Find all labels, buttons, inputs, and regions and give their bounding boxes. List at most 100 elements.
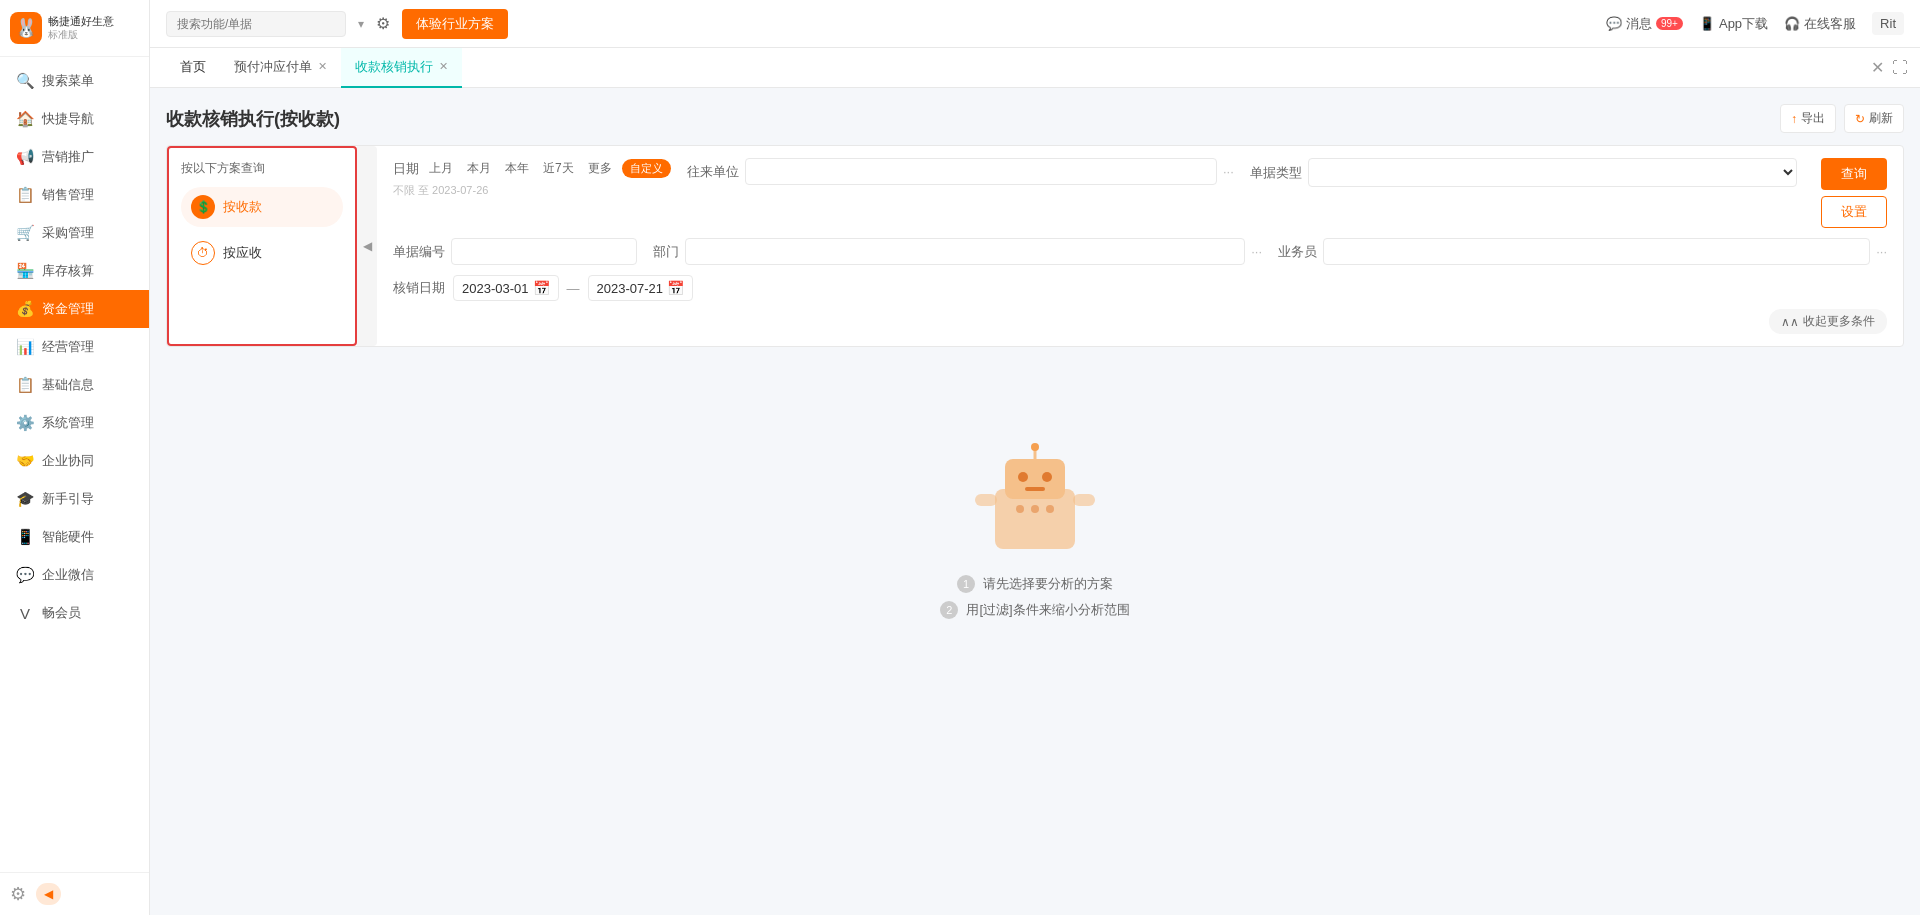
collapse-more-btn[interactable]: ∧∧ 收起更多条件 (1769, 309, 1887, 334)
nav-icon-hardware: 📱 (16, 528, 34, 546)
settings-icon[interactable]: ⚙ (10, 883, 26, 905)
dept-input[interactable] (685, 238, 1245, 265)
writeoff-date-label: 核销日期 (393, 279, 445, 297)
tab-close-receipt-writeoff[interactable]: ✕ (439, 60, 448, 73)
svg-rect-6 (1073, 494, 1095, 506)
tab-home[interactable]: 首页 (166, 48, 220, 88)
calendar-start-icon[interactable]: 📅 (533, 280, 550, 296)
date-link-this-month[interactable]: 本月 (463, 158, 495, 179)
tab-receipt-writeoff[interactable]: 收款核销执行 ✕ (341, 48, 462, 88)
tab-close-prepay[interactable]: ✕ (318, 60, 327, 73)
date-link-7days[interactable]: 近7天 (539, 158, 578, 179)
sidebar-item-basic-info[interactable]: 📋 基础信息 (0, 366, 149, 404)
export-btn[interactable]: ↑ 导出 (1780, 104, 1836, 133)
sidebar-item-finance[interactable]: 💰资金管理 (0, 290, 149, 328)
expand-icon[interactable]: ⛶ (1892, 59, 1908, 77)
nav-icon-marketing: 📢 (16, 148, 34, 166)
app-download-btn[interactable]: 📱 App下载 (1699, 15, 1768, 33)
svg-point-10 (1031, 505, 1039, 513)
tabs-actions: ✕ ⛶ (1871, 58, 1920, 77)
date-link-this-year[interactable]: 本年 (501, 158, 533, 179)
nav-label-wechat: 企业微信 (42, 566, 94, 584)
filter-by-receivable-label: 按应收 (223, 244, 262, 262)
sidebar-item-sales[interactable]: 📋销售管理 (0, 176, 149, 214)
sidebar-item-marketing[interactable]: 📢营销推广 (0, 138, 149, 176)
nav-icon-quick-nav: 🏠 (16, 110, 34, 128)
collapse-up-icon: ∧∧ (1781, 315, 1799, 329)
sidebar-item-inventory[interactable]: 🏪库存核算 (0, 252, 149, 290)
query-btn[interactable]: 查询 (1821, 158, 1887, 190)
doc-no-input[interactable] (451, 238, 637, 265)
message-icon: 💬 (1606, 16, 1622, 31)
filter-by-receipt[interactable]: 💲 按收款 (181, 187, 343, 227)
gear-icon[interactable]: ⚙ (376, 14, 390, 33)
filter-row-1: 日期 上月 本月 本年 近7天 更多 自定义 不限 至 2023-07-26 (393, 158, 1887, 228)
settings-btn[interactable]: 设置 (1821, 196, 1887, 228)
empty-step-2: 2 用[过滤]条件来缩小分析范围 (940, 601, 1129, 619)
counterpart-dots[interactable]: ··· (1223, 164, 1234, 179)
logo-icon: 🐰 (10, 12, 42, 44)
tab-prepay[interactable]: 预付冲应付单 ✕ (220, 48, 341, 88)
sidebar-item-guide[interactable]: 🎓新手引导 (0, 480, 149, 518)
calendar-end-icon[interactable]: 📅 (667, 280, 684, 296)
sidebar-item-purchase[interactable]: 🛒采购管理 (0, 214, 149, 252)
date-quick-links: 上月 本月 本年 近7天 更多 自定义 (425, 158, 671, 179)
search-input[interactable] (166, 11, 346, 37)
staff-input[interactable] (1323, 238, 1870, 265)
filter-form: 日期 上月 本月 本年 近7天 更多 自定义 不限 至 2023-07-26 (377, 146, 1903, 346)
staff-label: 业务员 (1278, 243, 1317, 261)
nav-label-business: 经营管理 (42, 338, 94, 356)
sidebar-item-quick-nav[interactable]: 🏠快捷导航 (0, 100, 149, 138)
svg-rect-4 (1025, 487, 1045, 491)
online-service-btn[interactable]: 🎧 在线客服 (1784, 15, 1856, 33)
sidebar-item-wechat[interactable]: 💬企业微信 (0, 556, 149, 594)
dept-dots[interactable]: ··· (1251, 244, 1262, 259)
svg-point-9 (1016, 505, 1024, 513)
staff-dots[interactable]: ··· (1876, 244, 1887, 259)
filter-collapse-btn[interactable]: ◀ (357, 146, 377, 346)
date-no-limit: 不限 至 2023-07-26 (393, 183, 671, 198)
date-custom-tag[interactable]: 自定义 (622, 159, 671, 178)
writeoff-date-start-wrap: 2023-03-01 📅 (453, 275, 559, 301)
nav-icon-inventory: 🏪 (16, 262, 34, 280)
nav-label-basic-info: 基础信息 (42, 376, 94, 394)
close-window-icon[interactable]: ✕ (1871, 58, 1884, 77)
receivable-icon: ⏱ (191, 241, 215, 265)
sidebar-item-hardware[interactable]: 📱 智能硬件 (0, 518, 149, 556)
collapse-sidebar-btn[interactable]: ◀ (36, 883, 61, 905)
date-link-more[interactable]: 更多 (584, 158, 616, 179)
doc-type-select[interactable] (1308, 158, 1797, 187)
nav-icon-system: ⚙️ (16, 414, 34, 432)
topbar: ▾ ⚙ 体验行业方案 💬 消息 99+ 📱 App下载 🎧 在线客服 Rit (150, 0, 1920, 48)
industry-btn[interactable]: 体验行业方案 (402, 9, 508, 39)
nav-label-hardware: 智能硬件 (42, 528, 94, 546)
user-avatar[interactable]: Rit (1872, 12, 1904, 35)
nav-icon-basic-info: 📋 (16, 376, 34, 394)
sidebar-logo: 🐰 畅捷通好生意 标准版 (0, 0, 149, 57)
message-btn[interactable]: 💬 消息 99+ (1606, 15, 1683, 33)
chevron-down-icon[interactable]: ▾ (358, 17, 364, 31)
writeoff-date-end-wrap: 2023-07-21 📅 (588, 275, 694, 301)
svg-rect-1 (1005, 459, 1065, 499)
sidebar-item-system[interactable]: ⚙️系统管理 (0, 404, 149, 442)
sidebar-item-business[interactable]: 📊经营管理 (0, 328, 149, 366)
filter-options-panel: 按以下方案查询 💲 按收款 ⏱ 按应收 (167, 146, 357, 346)
logo-text: 畅捷通好生意 (48, 14, 114, 28)
counterpart-label: 往来单位 (687, 163, 739, 181)
counterpart-input[interactable] (745, 158, 1217, 185)
nav-label-guide: 新手引导 (42, 490, 94, 508)
sidebar: 🐰 畅捷通好生意 标准版 🔍搜索菜单🏠快捷导航📢营销推广📋销售管理🛒采购管理🏪库… (0, 0, 150, 915)
refresh-btn[interactable]: ↻ 刷新 (1844, 104, 1904, 133)
nav-icon-member: V (16, 605, 34, 622)
svg-point-8 (1031, 443, 1039, 451)
sidebar-item-search[interactable]: 🔍搜索菜单 (0, 62, 149, 100)
filter-by-receivable[interactable]: ⏱ 按应收 (181, 233, 343, 273)
filter-row-2: 单据编号 部门 ··· 业务员 ··· (393, 238, 1887, 265)
date-link-last-month[interactable]: 上月 (425, 158, 457, 179)
sidebar-item-enterprise[interactable]: 🤝企业协同 (0, 442, 149, 480)
refresh-icon: ↻ (1855, 112, 1865, 126)
phone-icon: 📱 (1699, 16, 1715, 31)
empty-step-1-text: 请先选择要分析的方案 (983, 575, 1113, 593)
svg-rect-5 (975, 494, 997, 506)
sidebar-item-member[interactable]: V畅会员 (0, 594, 149, 632)
